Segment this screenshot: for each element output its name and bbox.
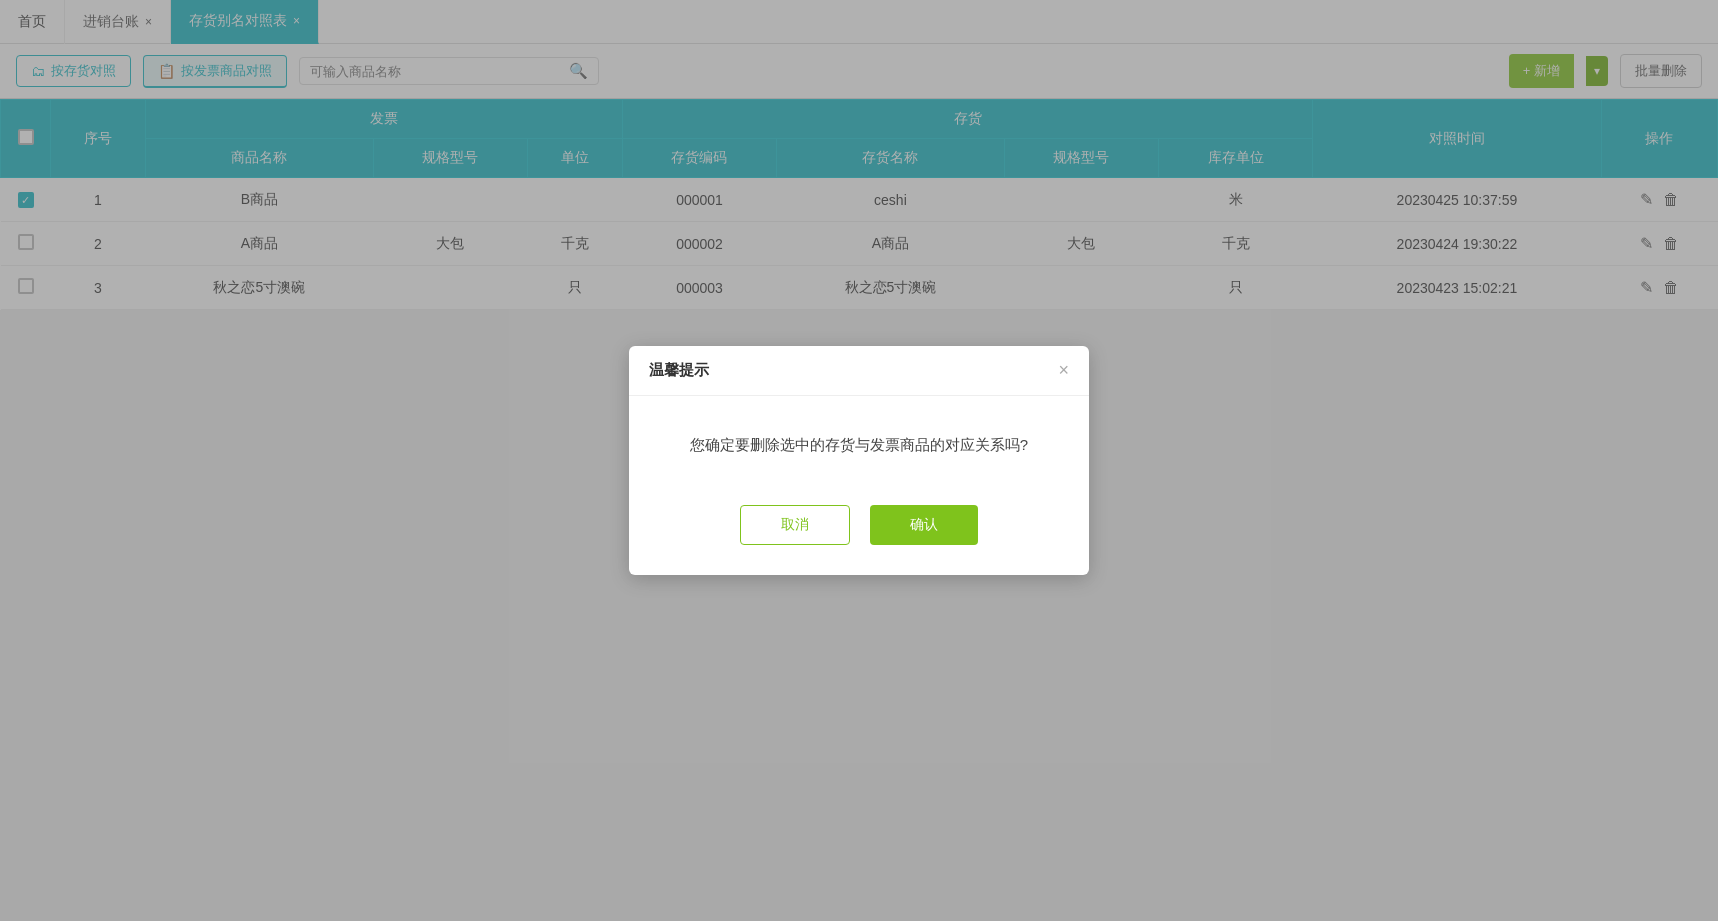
modal-overlay[interactable]: 温馨提示 × 您确定要删除选中的存货与发票商品的对应关系吗? 取消 确认 [0, 0, 1718, 310]
